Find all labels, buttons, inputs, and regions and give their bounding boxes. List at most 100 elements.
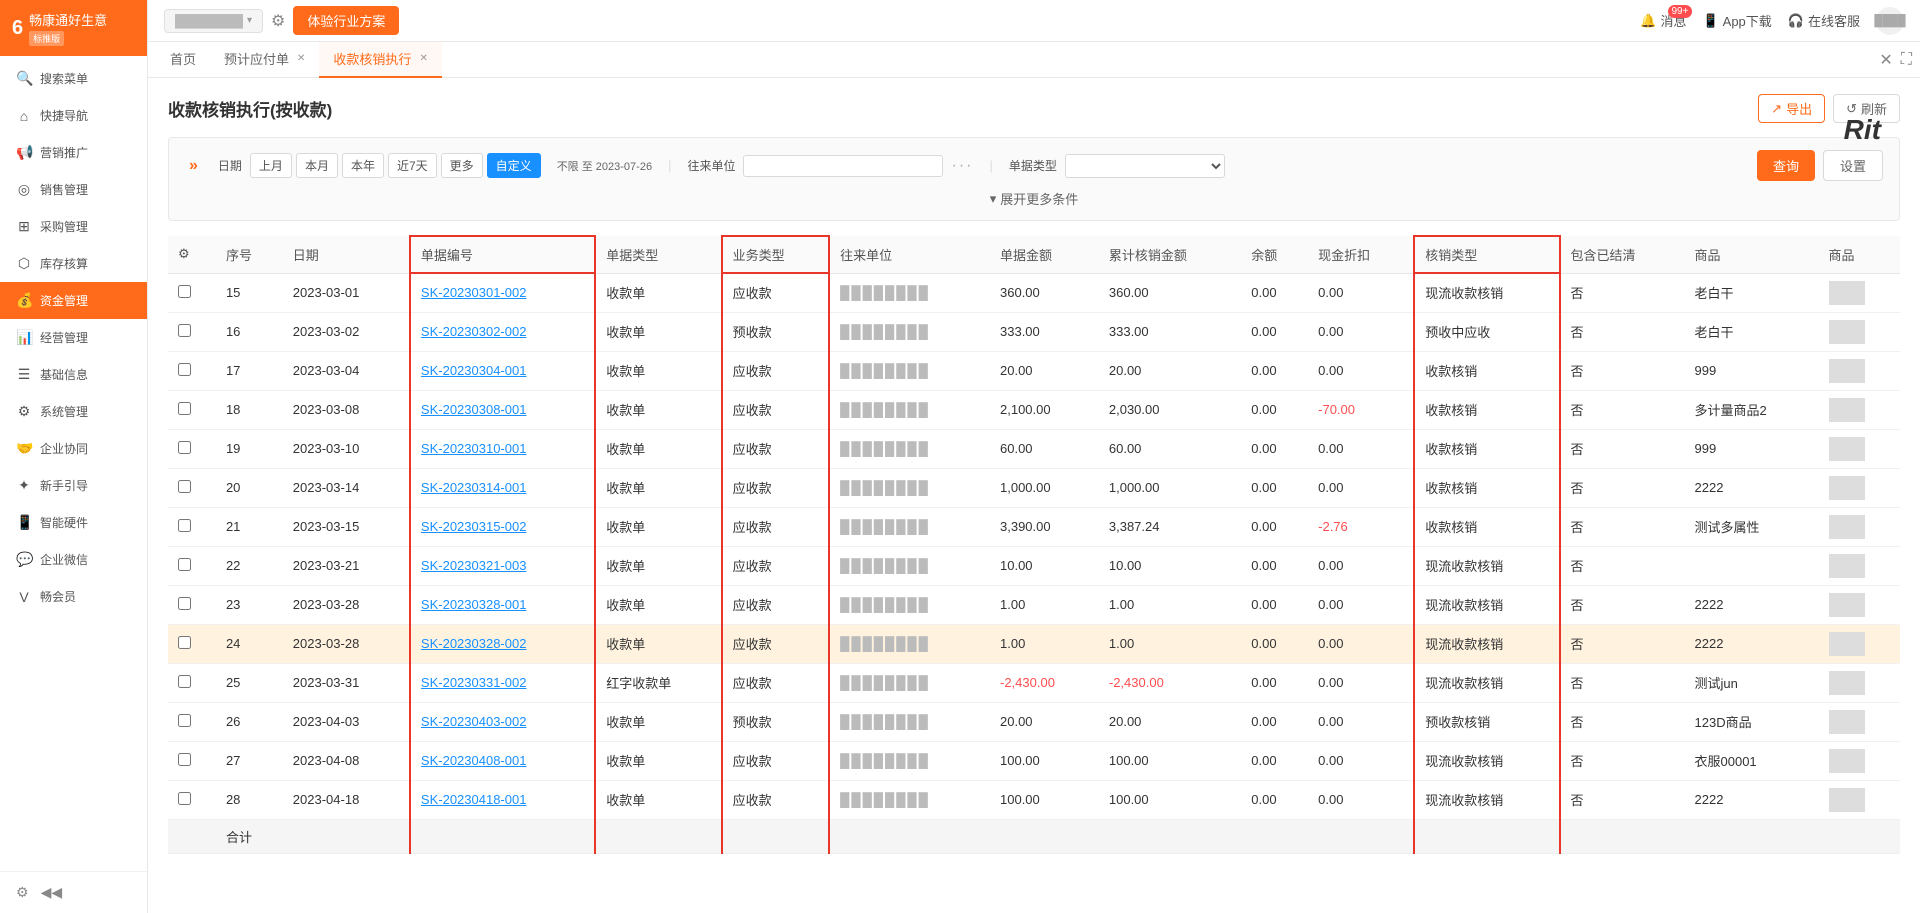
doc-no-link[interactable]: SK-20230328-002 bbox=[421, 636, 527, 651]
app-download-button[interactable]: 📱 App下载 bbox=[1702, 11, 1771, 30]
tab-collection[interactable]: 收款核销执行 ✕ bbox=[319, 42, 441, 78]
user-avatar[interactable]: ████ bbox=[1876, 7, 1904, 35]
tabbar: 首页 预计应付单 ✕ 收款核销执行 ✕ ✕ ⛶ bbox=[148, 42, 1920, 78]
doc-no-link[interactable]: SK-20230408-001 bbox=[421, 753, 527, 768]
doc-no-link[interactable]: SK-20230314-001 bbox=[421, 480, 527, 495]
sidebar-item-enterprise[interactable]: 🤝 企业协同 bbox=[0, 430, 147, 467]
more-options-icon[interactable]: ··· bbox=[951, 157, 973, 175]
filter-separator: | bbox=[668, 158, 671, 173]
doc-no-link[interactable]: SK-20230321-003 bbox=[421, 558, 527, 573]
tab-home[interactable]: 首页 bbox=[156, 42, 210, 78]
expand-more-button[interactable]: ▾ 展开更多条件 bbox=[990, 189, 1079, 208]
doc-no-link[interactable]: SK-20230403-002 bbox=[421, 714, 527, 729]
sidebar-item-inventory[interactable]: ⬡ 库存核算 bbox=[0, 245, 147, 282]
cell-product: 2222 bbox=[1685, 468, 1819, 507]
export-button[interactable]: ↗ 导出 bbox=[1758, 94, 1825, 123]
cell-checkbox[interactable] bbox=[168, 507, 216, 546]
sidebar-item-finance[interactable]: 💰 资金管理 bbox=[0, 282, 147, 319]
cell-no: 23 bbox=[216, 585, 283, 624]
custom-date-btn[interactable]: 自定义 bbox=[487, 153, 541, 178]
cell-date: 2023-03-31 bbox=[283, 663, 410, 702]
doc-no-link[interactable]: SK-20230315-002 bbox=[421, 519, 527, 534]
column-settings-icon[interactable]: ⚙ bbox=[178, 246, 190, 261]
query-button[interactable]: 查询 bbox=[1757, 150, 1815, 181]
cell-checkbox[interactable] bbox=[168, 741, 216, 780]
cell-checkbox[interactable] bbox=[168, 585, 216, 624]
doc-no-link[interactable]: SK-20230301-002 bbox=[421, 285, 527, 300]
sidebar-item-purchase[interactable]: ⊞ 采购管理 bbox=[0, 208, 147, 245]
unit-input[interactable] bbox=[743, 155, 943, 177]
cell-checkbox[interactable] bbox=[168, 624, 216, 663]
sidebar-item-member[interactable]: V 畅会员 bbox=[0, 578, 147, 615]
cell-cash-discount: 0.00 bbox=[1308, 624, 1414, 663]
doc-no-link[interactable]: SK-20230328-001 bbox=[421, 597, 527, 612]
sidebar-item-guide[interactable]: ✦ 新手引导 bbox=[0, 467, 147, 504]
doc-no-link[interactable]: SK-20230310-001 bbox=[421, 441, 527, 456]
doc-type-select[interactable] bbox=[1065, 154, 1225, 178]
cell-include-cleared: 否 bbox=[1560, 624, 1685, 663]
cell-checkbox[interactable] bbox=[168, 312, 216, 351]
cell-checkbox[interactable] bbox=[168, 702, 216, 741]
cell-cash-discount: 0.00 bbox=[1308, 468, 1414, 507]
sidebar-item-guide-label: 新手引导 bbox=[40, 477, 88, 494]
doc-no-link[interactable]: SK-20230304-001 bbox=[421, 363, 527, 378]
sidebar-item-operations[interactable]: 📊 经营管理 bbox=[0, 319, 147, 356]
cell-checkbox[interactable] bbox=[168, 351, 216, 390]
col-header-balance: 余额 bbox=[1241, 236, 1308, 273]
cell-checkbox[interactable] bbox=[168, 780, 216, 819]
tab-collection-close-icon[interactable]: ✕ bbox=[419, 53, 427, 64]
cell-product: 测试jun bbox=[1685, 663, 1819, 702]
doc-no-link[interactable]: SK-20230308-001 bbox=[421, 402, 527, 417]
sidebar-item-hardware[interactable]: 📱 智能硬件 bbox=[0, 504, 147, 541]
gear-icon[interactable]: ⚙ bbox=[271, 11, 285, 31]
cell-checkbox[interactable] bbox=[168, 468, 216, 507]
cell-total-cleared bbox=[1560, 819, 1685, 853]
messages-button[interactable]: 🔔 消息 99+ bbox=[1640, 11, 1686, 30]
last-month-btn[interactable]: 上月 bbox=[250, 153, 292, 178]
cell-checkbox[interactable] bbox=[168, 546, 216, 585]
sidebar-item-wechat[interactable]: 💬 企业微信 bbox=[0, 541, 147, 578]
cell-product: 多计量商品2 bbox=[1685, 390, 1819, 429]
sidebar-item-basic[interactable]: ☰ 基础信息 bbox=[0, 356, 147, 393]
sidebar-item-marketing[interactable]: 📢 营销推广 bbox=[0, 134, 147, 171]
cell-verify-type: 现流收款核销 bbox=[1414, 546, 1559, 585]
cell-checkbox[interactable] bbox=[168, 390, 216, 429]
collapse-icon[interactable]: ◀◀ bbox=[41, 884, 63, 901]
cell-partner: ████████ bbox=[829, 546, 990, 585]
cell-include-cleared: 否 bbox=[1560, 312, 1685, 351]
doc-no-link[interactable]: SK-20230331-002 bbox=[421, 675, 527, 690]
sidebar-item-operations-label: 经营管理 bbox=[40, 329, 88, 346]
this-month-btn[interactable]: 本月 bbox=[296, 153, 338, 178]
sidebar-item-hardware-label: 智能硬件 bbox=[40, 514, 88, 531]
cell-checkbox[interactable] bbox=[168, 663, 216, 702]
sidebar-item-system[interactable]: ⚙ 系统管理 bbox=[0, 393, 147, 430]
more-date-btn[interactable]: 更多 bbox=[441, 153, 483, 178]
sidebar-item-sales-label: 销售管理 bbox=[40, 181, 88, 198]
cell-checkbox[interactable] bbox=[168, 429, 216, 468]
sidebar-item-search[interactable]: 🔍 搜索菜单 bbox=[0, 60, 147, 97]
filter-expand-button[interactable]: » bbox=[185, 157, 202, 175]
cell-product: 老白干 bbox=[1685, 273, 1819, 312]
cell-biz-type: 应收款 bbox=[722, 390, 830, 429]
settings-bottom-icon[interactable]: ⚙ bbox=[16, 884, 29, 901]
doc-no-link[interactable]: SK-20230418-001 bbox=[421, 792, 527, 807]
sidebar-item-quicknav[interactable]: ⌂ 快捷导航 bbox=[0, 97, 147, 134]
col-header-settings[interactable]: ⚙ bbox=[168, 236, 216, 273]
cell-doc-no: SK-20230308-001 bbox=[410, 390, 595, 429]
last-7days-btn[interactable]: 近7天 bbox=[388, 153, 437, 178]
filter-settings-button[interactable]: 设置 bbox=[1823, 150, 1883, 181]
cell-product2 bbox=[1819, 741, 1900, 780]
industry-button[interactable]: 体验行业方案 bbox=[293, 6, 399, 35]
cell-checkbox[interactable] bbox=[168, 273, 216, 312]
workspace-selector[interactable]: ████████ ▾ bbox=[164, 9, 263, 33]
sidebar-item-sales[interactable]: ◎ 销售管理 bbox=[0, 171, 147, 208]
doc-no-link[interactable]: SK-20230302-002 bbox=[421, 324, 527, 339]
tab-prepay-close-icon[interactable]: ✕ bbox=[297, 53, 305, 64]
cell-biz-type: 应收款 bbox=[722, 741, 830, 780]
close-all-tabs-icon[interactable]: ✕ bbox=[1879, 50, 1892, 70]
this-year-btn[interactable]: 本年 bbox=[342, 153, 384, 178]
cell-include-cleared: 否 bbox=[1560, 273, 1685, 312]
tab-prepay[interactable]: 预计应付单 ✕ bbox=[210, 42, 319, 78]
online-service-button[interactable]: 🎧 在线客服 bbox=[1788, 11, 1860, 30]
expand-tab-icon[interactable]: ⛶ bbox=[1901, 51, 1912, 69]
